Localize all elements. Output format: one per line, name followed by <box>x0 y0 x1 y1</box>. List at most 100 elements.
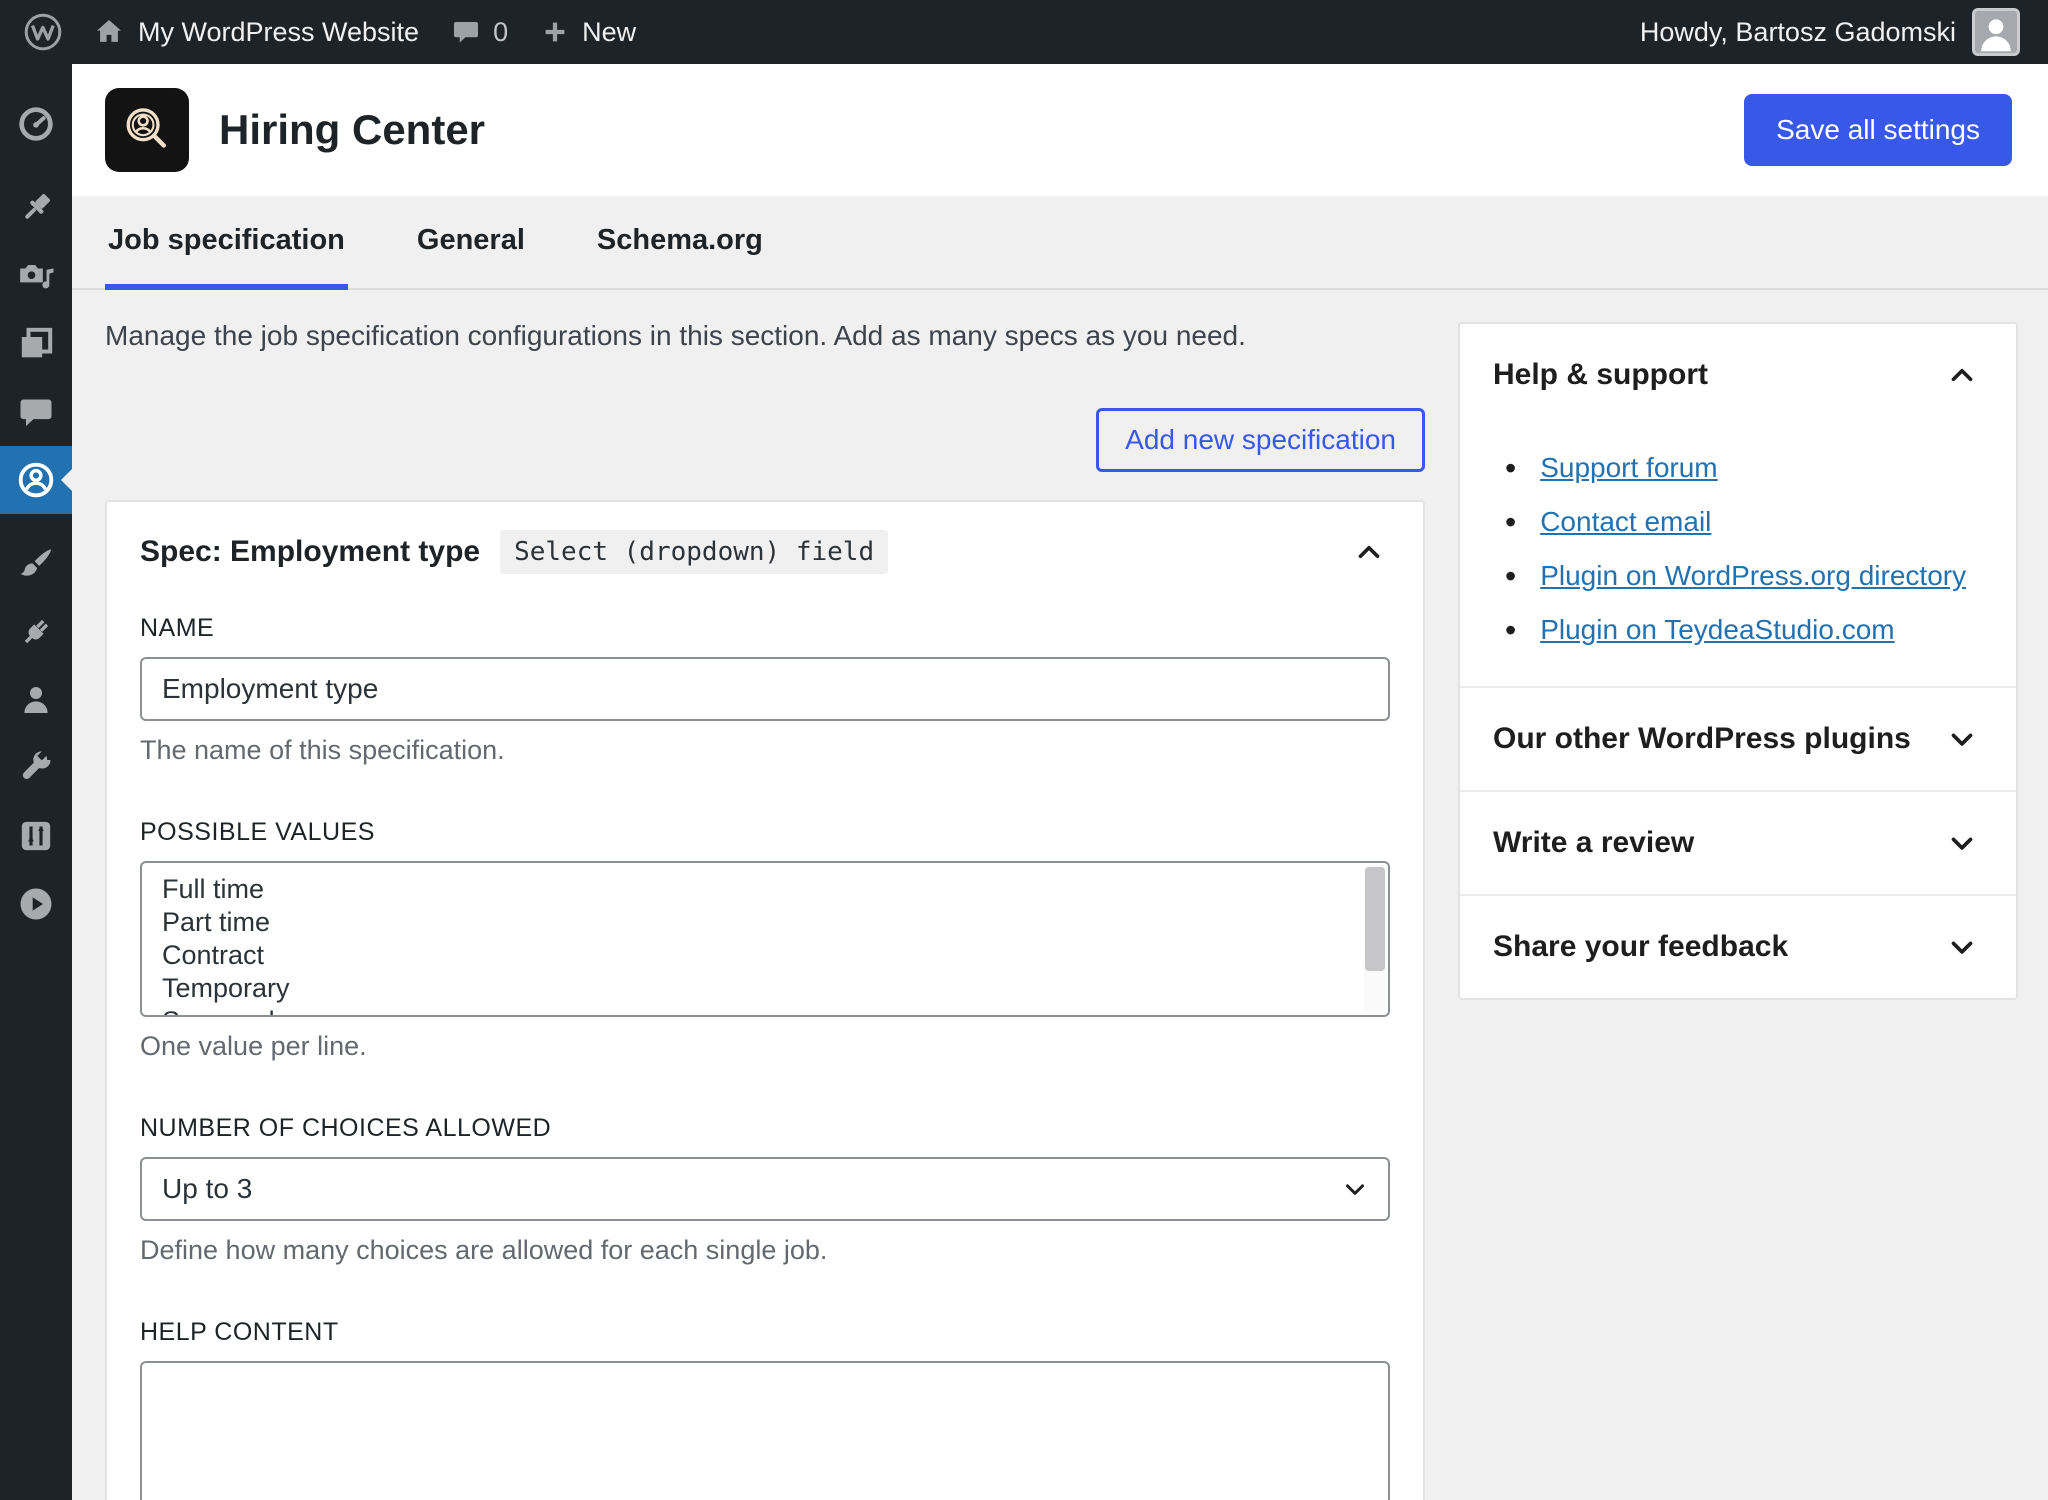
add-new-specification-button[interactable]: Add new specification <box>1096 408 1425 472</box>
sidebar-item-pages[interactable] <box>0 310 72 378</box>
sidebar-item-tools[interactable] <box>0 734 72 802</box>
textarea-scrollbar[interactable] <box>1364 865 1386 1013</box>
site-link[interactable]: My WordPress Website <box>76 0 435 64</box>
person-in-circle-icon <box>18 462 54 498</box>
collapse-spec-button[interactable] <box>1348 531 1390 573</box>
expand-other-plugins-button[interactable] <box>1941 718 1983 760</box>
site-name: My WordPress Website <box>138 16 420 47</box>
section-description: Manage the job specification configurati… <box>105 320 1246 351</box>
comments-shortcut[interactable]: 0 <box>435 0 524 64</box>
name-field-help: The name of this specification. <box>140 735 505 765</box>
name-input[interactable] <box>140 657 1390 721</box>
new-label: New <box>582 16 637 47</box>
sidebar-item-posts[interactable] <box>0 174 72 242</box>
comment-bubble-icon <box>454 22 479 43</box>
collapse-help-support-button[interactable] <box>1941 354 1983 396</box>
user-icon <box>24 687 48 713</box>
help-links-list: • Support forum • Contact email • Plugin on… <box>1493 452 1983 646</box>
admin-menu <box>0 64 72 1500</box>
howdy-account-menu[interactable]: Howdy, Bartosz Gadomski <box>1640 0 2020 64</box>
choices-allowed-label: NUMBER OF CHOICES ALLOWED <box>140 1114 552 1142</box>
sidebar-item-video[interactable] <box>0 870 72 938</box>
avatar <box>1972 8 2020 56</box>
tab-job-specification[interactable]: Job specification <box>105 196 348 290</box>
sliders-icon <box>21 821 51 851</box>
sidebar-item-plugins[interactable] <box>0 598 72 666</box>
chevron-down-icon <box>1951 941 1973 954</box>
comments-icon <box>20 399 52 427</box>
comments-count: 0 <box>493 16 509 47</box>
save-all-settings-button[interactable]: Save all settings <box>1744 94 2012 166</box>
share-feedback-panel: Share your feedback <box>1460 894 2016 998</box>
sidebar-item-users[interactable] <box>0 666 72 734</box>
dashboard-icon <box>19 107 53 141</box>
sidebar-item-media[interactable] <box>0 242 72 310</box>
list-item: • Plugin on TeydeaStudio.com <box>1505 614 1983 646</box>
hiring-center-logo <box>105 88 189 172</box>
list-item: • Support forum <box>1505 452 1983 484</box>
support-forum-link[interactable]: Support forum <box>1540 452 1717 484</box>
plus-icon <box>545 22 565 42</box>
sidebar-item-comments[interactable] <box>0 378 72 446</box>
chevron-up-icon <box>1951 368 1973 382</box>
share-feedback-title: Share your feedback <box>1493 930 1789 963</box>
help-content-label: HELP CONTENT <box>140 1318 339 1346</box>
spec-card: Spec: Employment type Select (dropdown) … <box>105 500 1425 1500</box>
spec-type-badge: Select (dropdown) field <box>500 530 889 574</box>
bullet: • <box>1505 557 1517 594</box>
sidebar-item-dashboard[interactable] <box>0 90 72 158</box>
expand-write-review-button[interactable] <box>1941 822 1983 864</box>
other-plugins-panel: Our other WordPress plugins <box>1460 686 2016 790</box>
pushpin-icon <box>25 193 51 219</box>
contact-email-link[interactable]: Contact email <box>1540 506 1711 538</box>
paintbrush-icon <box>20 549 51 576</box>
scrollbar-thumb[interactable] <box>1365 867 1385 971</box>
wrench-icon <box>22 751 51 779</box>
bullet: • <box>1505 449 1517 486</box>
help-support-panel: Help & support • Support forum • Contact e… <box>1460 324 2016 646</box>
list-item: • Plugin on WordPress.org directory <box>1505 560 1983 592</box>
spec-title: Spec: Employment type <box>140 535 481 568</box>
expand-share-feedback-button[interactable] <box>1941 926 1983 968</box>
possible-values-help: One value per line. <box>140 1031 367 1061</box>
tab-general[interactable]: General <box>414 196 528 290</box>
choices-allowed-select[interactable]: Up to 3 <box>140 1157 1390 1221</box>
camera-icon <box>20 265 54 289</box>
possible-values-textarea[interactable] <box>140 861 1390 1017</box>
help-content-textarea[interactable] <box>140 1361 1390 1500</box>
chevron-up-icon <box>1358 545 1380 559</box>
list-item: • Contact email <box>1505 506 1983 538</box>
possible-values-label: POSSIBLE VALUES <box>140 818 375 846</box>
tab-schema-org[interactable]: Schema.org <box>594 196 766 290</box>
choices-allowed-help: Define how many choices are allowed for … <box>140 1235 828 1265</box>
plug-icon <box>24 619 49 644</box>
bullet: • <box>1505 503 1517 540</box>
help-sidebar: Help & support • Support forum • Contact e… <box>1458 322 2018 1000</box>
new-content-menu[interactable]: New <box>524 0 652 64</box>
page-title: Hiring Center <box>219 106 486 153</box>
teydeastudio-link[interactable]: Plugin on TeydeaStudio.com <box>1540 614 1894 646</box>
wordpress-directory-link[interactable]: Plugin on WordPress.org directory <box>1540 560 1966 592</box>
tab-bar: Job specification General Schema.org <box>72 196 2048 290</box>
home-icon <box>96 19 122 42</box>
wordpress-logo-menu[interactable] <box>10 0 76 64</box>
bullet: • <box>1505 611 1517 648</box>
plugin-header: Hiring Center Save all settings <box>72 64 2048 196</box>
help-support-title: Help & support <box>1493 358 1708 391</box>
sidebar-item-settings[interactable] <box>0 802 72 870</box>
chevron-down-icon <box>1346 1184 1364 1195</box>
avatar-person-icon <box>1981 19 2011 52</box>
choices-selected-value: Up to 3 <box>162 1173 253 1204</box>
sidebar-item-hiring-center[interactable] <box>0 446 72 514</box>
chevron-down-icon <box>1951 733 1973 746</box>
howdy-text: Howdy, Bartosz Gadomski <box>1639 16 1956 47</box>
write-review-title: Write a review <box>1493 826 1695 859</box>
admin-bar: My WordPress Website 0 New Howdy, Bartos… <box>0 0 2048 64</box>
magnifier-person-icon <box>126 108 166 148</box>
sidebar-item-appearance[interactable] <box>0 530 72 598</box>
pages-icon <box>21 327 53 358</box>
wordpress-logo-icon <box>24 13 62 51</box>
other-plugins-title: Our other WordPress plugins <box>1493 722 1911 755</box>
play-circle-icon <box>20 888 52 920</box>
name-field-label: NAME <box>140 614 215 642</box>
